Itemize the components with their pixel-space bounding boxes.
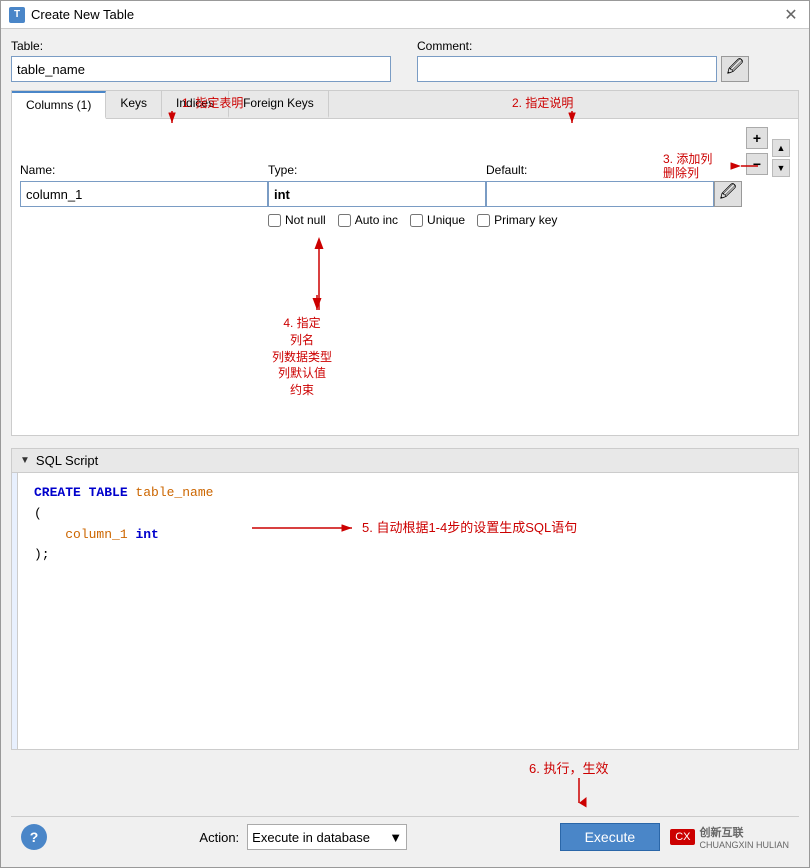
unique-label: Unique [427,213,465,227]
ann6-arrow: 6. 执行，生效 [499,758,699,808]
sql-body: CREATE TABLE table_name ( column_1 int )… [12,473,798,749]
footer-right: Execute CX 创新互联 CHUANGXIN HULIAN [560,823,789,851]
tab-indices[interactable]: Indices [162,91,229,118]
primary-key-checkbox[interactable]: Primary key [477,213,557,227]
form-row: Table: Comment: 🖉 [11,39,799,82]
sql-header-title: SQL Script [36,453,98,468]
comment-label: Comment: [417,39,799,53]
default-label: Default: [486,163,742,177]
col-input-row: 🖉 [20,181,790,207]
auto-inc-checkbox[interactable]: Auto inc [338,213,398,227]
help-button[interactable]: ? [21,824,47,850]
logo-text: 创新互联 CHUANGXIN HULIAN [699,824,789,850]
col-identifier: column_1 [65,527,127,542]
table-input[interactable] [11,56,391,82]
action-label: Action: [199,830,239,845]
sql-line-1: CREATE TABLE table_name [34,483,786,504]
close-button[interactable]: ✕ [781,5,801,25]
annotation-6: 6. 执行，生效 [499,758,699,811]
columns-section: Name: Type: Default: + − ▲ ▼ [12,119,798,235]
not-null-checkbox[interactable]: Not null [268,213,326,227]
auto-inc-check[interactable] [338,214,351,227]
scroll-up-button[interactable]: ▲ [772,139,790,157]
logo-icon: CX [670,829,695,845]
svg-text:6. 执行，生效: 6. 执行，生效 [529,761,608,776]
action-group: Action: Execute in database ▼ [199,824,407,850]
int-keyword: int [135,527,158,542]
sql-line-2: ( [34,504,786,525]
auto-inc-label: Auto inc [355,213,398,227]
upper-panel: Columns (1) Keys Indices Foreign Keys Na… [11,90,799,436]
annotation-arrows-svg [12,235,798,435]
add-remove-btns: + − [746,127,768,177]
tab-keys[interactable]: Keys [106,91,162,118]
open-paren: ( [34,506,42,521]
annotation-4: 4. 指定列名列数据类型列默认值约束 [272,315,332,399]
col-side-button[interactable]: 🖉 [714,181,742,207]
create-keyword: CREATE TABLE [34,485,135,500]
footer-left: ? [21,824,47,850]
remove-column-button[interactable]: − [746,153,768,175]
comment-input[interactable] [417,56,717,82]
tab-foreign-keys[interactable]: Foreign Keys [229,91,329,118]
sql-section: ▼ SQL Script CREATE TABLE table_name ( c… [11,448,799,750]
sql-header: ▼ SQL Script [12,449,798,473]
table-group: Table: [11,39,401,82]
action-select-value: Execute in database [252,830,370,845]
not-null-check[interactable] [268,214,281,227]
scroll-buttons: ▲ ▼ [772,139,790,177]
main-window: T Create New Table ✕ Table: Comment: 🖉 [0,0,810,868]
col-name-input[interactable] [20,181,268,207]
title-bar-left: T Create New Table [9,7,134,23]
logo-main: 创新互联 [699,824,789,840]
ann4-text: 4. 指定列名列数据类型列默认值约束 [272,316,332,397]
name-label: Name: [20,163,268,177]
sql-line-3: column_1 int [34,525,786,546]
tab-columns[interactable]: Columns (1) [12,91,106,119]
window-icon: T [9,7,25,23]
action-select[interactable]: Execute in database ▼ [247,824,407,850]
close-paren: ); [34,547,50,562]
window-title: Create New Table [31,7,134,22]
ann4-arrow [309,235,329,315]
execute-button[interactable]: Execute [560,823,661,851]
primary-key-label: Primary key [494,213,557,227]
logo-sub: CHUANGXIN HULIAN [699,840,789,850]
title-bar: T Create New Table ✕ [1,1,809,29]
unique-check[interactable] [410,214,423,227]
checkboxes-row: Not null Auto inc Unique Primary key [268,213,790,227]
comment-input-row: 🖉 [417,56,799,82]
comment-group: Comment: 🖉 [417,39,799,82]
unique-checkbox[interactable]: Unique [410,213,465,227]
add-column-button[interactable]: + [746,127,768,149]
dropdown-arrow-icon: ▼ [389,830,402,845]
comment-button[interactable]: 🖉 [721,56,749,82]
col-default-input[interactable] [486,181,714,207]
sql-lines: CREATE TABLE table_name ( column_1 int )… [24,483,786,566]
sql-line-4: ); [34,545,786,566]
not-null-label: Not null [285,213,326,227]
tabs-bar: Columns (1) Keys Indices Foreign Keys [12,91,798,119]
primary-key-check[interactable] [477,214,490,227]
col-type-input[interactable] [268,181,486,207]
type-label: Type: [268,163,486,177]
collapse-arrow[interactable]: ▼ [20,455,30,466]
ann6-spacer: 6. 执行，生效 [11,758,799,808]
footer-section: ? Action: Execute in database ▼ Execute … [11,816,799,857]
table-identifier: table_name [135,485,213,500]
col-header: Name: Type: Default: + − ▲ ▼ [20,127,790,177]
table-label: Table: [11,39,401,53]
content-area: Table: Comment: 🖉 Columns (1) Keys [1,29,809,867]
scroll-down-button[interactable]: ▼ [772,159,790,177]
logo-area: CX 创新互联 CHUANGXIN HULIAN [670,824,789,850]
annotation-diagram-area: 4. 指定列名列数据类型列默认值约束 [12,235,798,435]
